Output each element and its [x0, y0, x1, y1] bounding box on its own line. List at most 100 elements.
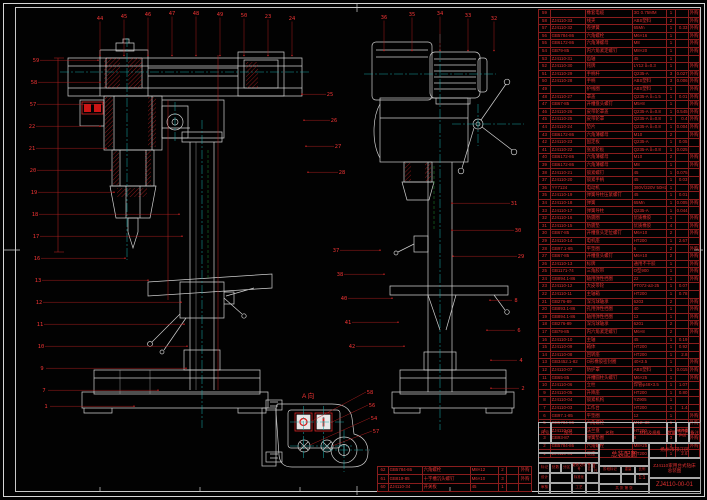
- bom-cell: GB894.1-86: [550, 274, 586, 284]
- bom-header-remark: 备注: [688, 422, 701, 444]
- bom-cell: 40×3.5: [632, 358, 667, 367]
- balloon-number: 23: [265, 14, 272, 20]
- bom-row: 42 ZJ4110-23 固定板 Q235-A 1 0.05: [538, 138, 700, 147]
- bom-cell: 1: [666, 403, 676, 413]
- leader-dot: [219, 54, 221, 57]
- bom-cell: 铭牌: [585, 62, 633, 71]
- bom-cell: 深沟球轴承: [585, 297, 633, 307]
- bom-row: 32 ZJ4110-16 防震圈 优质橡胶 1 外购: [538, 214, 700, 223]
- bom-cell: 轴用弹性挡圈: [585, 274, 633, 284]
- bom-cell: 外购: [688, 259, 700, 269]
- bom-cell: M8×20: [632, 46, 667, 56]
- bom-cell: 0.027: [675, 69, 689, 79]
- bom-cell: 34: [538, 198, 551, 208]
- base-side: [391, 391, 515, 414]
- bom-cell: 外购: [688, 92, 700, 102]
- bom-row: 22 ZJ4110-11 主轴箱 HT200 1 0.78: [538, 289, 700, 299]
- bom-cell: GB276-89: [550, 320, 586, 329]
- bom-cell: [675, 320, 689, 329]
- bom-row: 44 ZJ4110-24 垫片 Q235-A δ=0.8 1 0.004 外购: [538, 122, 700, 132]
- bom-cell: 0.006: [675, 77, 689, 86]
- bom-cell: 1: [666, 115, 676, 124]
- bom-row: 31 ZJ4110-15 防震垫 优质橡胶 4 外购: [538, 221, 700, 231]
- bom-cell: 21: [538, 297, 551, 307]
- bom-cell: M6×16: [632, 31, 667, 41]
- bom-row: 60 ZJ4110-34 开关板 45 1: [377, 482, 532, 493]
- bom-cell: 30: [538, 229, 551, 238]
- bom-cell: 外购: [688, 16, 700, 26]
- bom-cell: [688, 206, 700, 216]
- bom-cell: [675, 130, 689, 140]
- bom-row: 35 ZJ4110-19 弹簧导柱压紧螺钉 45 1 0.01: [538, 191, 700, 200]
- bom-cell: GB79-85: [550, 327, 586, 337]
- bom-cell: 2: [666, 16, 676, 26]
- bom-cell: 1: [666, 9, 676, 18]
- bom-cell: 6201: [632, 320, 667, 329]
- bom-cell: O形橡胶密封圈: [585, 358, 633, 367]
- bom-cell: 0.03: [675, 176, 689, 185]
- bom-cell: GB97.1-85: [550, 244, 586, 253]
- bom-row: 40 GB6172-86 六角薄螺母 M10 2 外购: [538, 153, 700, 162]
- bom-cell: ZJ4110-11: [550, 289, 586, 299]
- leader-dot: [99, 81, 101, 83]
- bom-cell: [688, 54, 700, 64]
- bom-cell: 1: [666, 335, 676, 345]
- bom-cell: 23: [538, 282, 551, 291]
- bom-cell: 52: [538, 62, 551, 71]
- bom-row: 52 ZJ4110-30 铭牌 LY12 δ=0.3 1 外购: [538, 62, 700, 71]
- bom-cell: 54: [538, 46, 551, 56]
- bom-cell: YZ905: [632, 396, 667, 405]
- bom-cell: [675, 221, 689, 231]
- bom-cell: 40: [538, 153, 551, 162]
- bom-row: 46 ZJ4110-26 皮带轮罩盖 Q235-A δ=0.8 1 0.545 外购: [538, 107, 700, 117]
- bom-cell: [506, 474, 519, 484]
- bom-cell: 焊管φ48×3.5: [632, 381, 667, 390]
- leader-dot: [379, 249, 381, 251]
- bom-cell: HT200: [632, 388, 667, 398]
- bom-cell: 36: [538, 183, 551, 193]
- balloon-number: 48: [193, 11, 200, 17]
- bom-header-spec: 材料及规格: [632, 422, 668, 444]
- bom-row: 7 ZJ4110-03 工作台 HT200 1 1.4: [538, 403, 700, 413]
- bom-cell: 0.075: [675, 168, 689, 178]
- bom-cell: M6×10: [632, 229, 667, 238]
- bom-cell: 六角螺栓: [585, 31, 633, 41]
- bom-cell: 电动机: [585, 183, 633, 193]
- bom-cell: 1: [666, 411, 676, 421]
- bom-cell: 回转座: [585, 350, 633, 360]
- bom-row: 47 GB67-85 开槽盘头螺钉 M5×8 1 外购: [538, 100, 700, 109]
- bom-row: 15 ZJ4110-09 箱体 HT200 1 0.92: [538, 343, 700, 352]
- bom-cell: ZJ4110-27: [550, 92, 586, 102]
- leader-dot: [183, 323, 185, 326]
- bom-cell: 35: [538, 191, 551, 200]
- bom-cell: GB6172-86: [550, 153, 586, 162]
- bom-row: 27 GB67-85 开槽盘头螺钉 M6×10 2 外购: [538, 252, 700, 261]
- bom-cell: 18: [538, 320, 551, 329]
- bom-cell: [675, 373, 689, 383]
- feed-handle-spokes: [461, 83, 513, 169]
- balloon-number: 37: [333, 248, 340, 254]
- bom-cell: ZJ4110-19: [550, 191, 586, 200]
- bom-row: 38 ZJ4110-21 锁紧螺钉 45 1 0.075: [538, 168, 700, 178]
- bom-row: 18 GB276-89 深沟球轴承 6201 2 外购: [538, 320, 700, 329]
- bom-cell: ZJ4110-26: [550, 107, 586, 117]
- bom-cell: 2: [666, 327, 676, 337]
- bom-cell: [675, 39, 689, 48]
- leader-dot: [452, 255, 454, 257]
- bom-cell: 工作台: [585, 403, 633, 413]
- bom-cell: 皮带轮罩: [585, 115, 633, 124]
- bom-cell: 手柄: [585, 77, 633, 86]
- bom-cell: ZJ4110-06: [550, 381, 586, 390]
- bom-cell: 外购: [688, 267, 700, 276]
- bom-cell: 25: [538, 267, 551, 276]
- bom-row: 59 橡套电缆 3G 0.75MM 1 外购: [538, 9, 700, 18]
- bom-cell: 1: [666, 145, 676, 155]
- bom-cell: 2: [666, 297, 676, 307]
- bom-cell: 1: [666, 373, 676, 383]
- bom-cell: 1: [666, 214, 676, 223]
- bom-cell: 外购: [688, 9, 700, 18]
- balloon-number: 46: [145, 12, 152, 18]
- bom-cell: 0.80: [675, 388, 689, 398]
- leader-dot: [243, 54, 245, 57]
- bom-row: 37 ZJ4110-20 锁紧手柄 45 1 0.03: [538, 176, 700, 185]
